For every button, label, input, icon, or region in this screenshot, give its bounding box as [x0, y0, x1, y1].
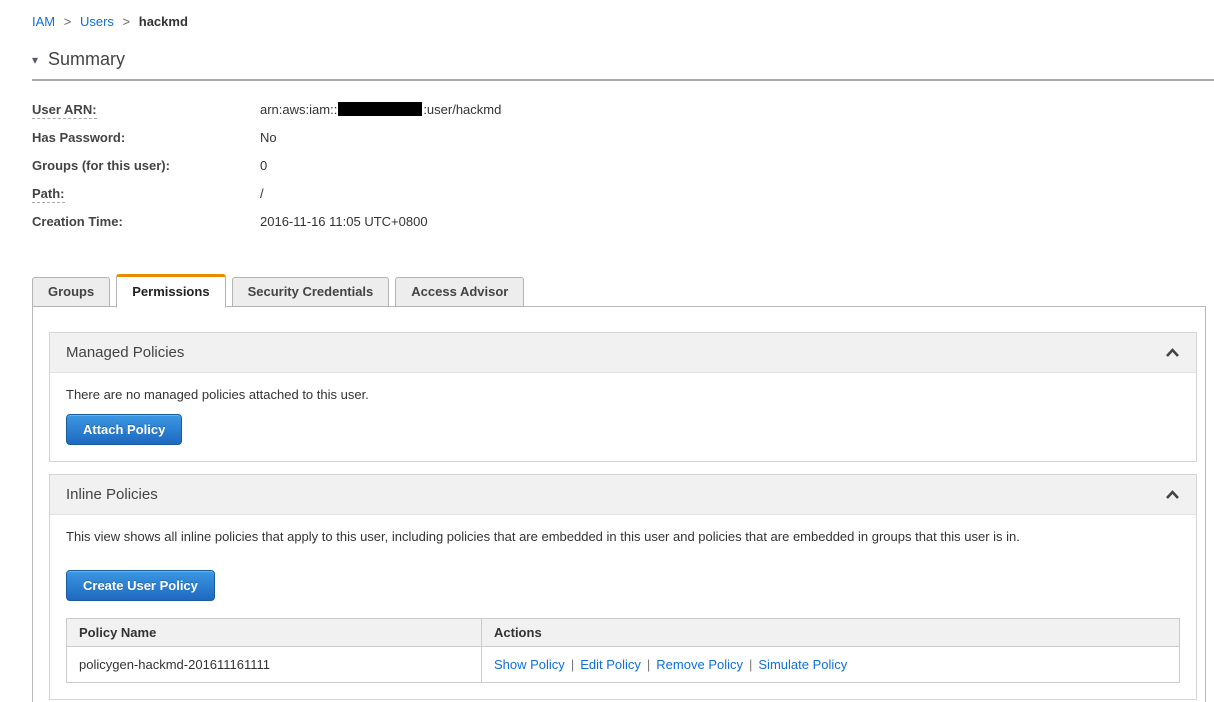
tab-permissions[interactable]: Permissions: [116, 274, 226, 308]
policy-name-column-header: Policy Name: [66, 618, 482, 647]
groups-value: 0: [260, 157, 268, 173]
user-detail-tabs: Groups Permissions Security Credentials …: [32, 274, 1214, 308]
collapse-triangle-icon[interactable]: ▾: [32, 53, 38, 67]
summary-section-heading: ▾ Summary: [32, 49, 1214, 70]
collapse-chevron-icon[interactable]: [1165, 347, 1180, 358]
summary-row-groups: Groups (for this user): 0: [32, 151, 1214, 179]
has-password-value: No: [260, 129, 277, 145]
breadcrumb-link-users[interactable]: Users: [80, 14, 114, 29]
action-separator: |: [749, 657, 753, 672]
breadcrumb-link-iam[interactable]: IAM: [32, 14, 55, 29]
inline-policies-section: Inline Policies This view shows all inli…: [49, 474, 1197, 700]
path-label: Path:: [32, 185, 65, 203]
creation-time-value: 2016-11-16 11:05 UTC+0800: [260, 213, 428, 229]
summary-row-user-arn: User ARN: arn:aws:iam:::user/hackmd: [32, 95, 1214, 123]
permissions-tab-panel: Managed Policies There are no managed po…: [32, 306, 1206, 702]
policy-actions-cell: Show Policy | Edit Policy | Remove Policy | Si…: [481, 646, 1180, 683]
breadcrumb-current-user: hackmd: [138, 14, 188, 29]
attach-policy-button[interactable]: Attach Policy: [66, 414, 183, 445]
managed-policies-empty-text: There are no managed policies attached t…: [66, 387, 369, 402]
inline-policies-description: This view shows all inline policies that…: [66, 529, 1020, 544]
create-user-policy-button[interactable]: Create User Policy: [66, 570, 215, 601]
policy-name-cell: policygen-hackmd-201611161111: [66, 646, 482, 683]
inline-policies-title: Inline Policies: [66, 486, 158, 503]
managed-policies-title: Managed Policies: [66, 344, 185, 361]
table-row: policygen-hackmd-201611161111 Show Polic…: [66, 646, 1180, 683]
remove-policy-link[interactable]: Remove Policy: [656, 657, 743, 672]
simulate-policy-link[interactable]: Simulate Policy: [758, 657, 847, 672]
user-arn-label: User ARN:: [32, 101, 97, 119]
managed-policies-header: Managed Policies: [50, 333, 1196, 373]
managed-policies-body: There are no managed policies attached t…: [50, 373, 1196, 461]
tab-security-credentials[interactable]: Security Credentials: [231, 277, 390, 307]
action-separator: |: [646, 657, 651, 672]
path-value: /: [260, 185, 264, 201]
creation-time-label: Creation Time:: [32, 213, 123, 229]
actions-column-header: Actions: [481, 618, 1180, 647]
summary-row-has-password: Has Password: No: [32, 123, 1214, 151]
table-header-row: Policy Name Actions: [66, 618, 1180, 647]
summary-divider: [32, 79, 1214, 81]
collapse-chevron-icon[interactable]: [1165, 489, 1180, 500]
show-policy-link[interactable]: Show Policy: [494, 657, 565, 672]
managed-policies-section: Managed Policies There are no managed po…: [49, 332, 1197, 462]
breadcrumb-separator: >: [122, 14, 131, 29]
edit-policy-link[interactable]: Edit Policy: [580, 657, 641, 672]
user-arn-value: arn:aws:iam:::user/hackmd: [260, 101, 502, 117]
inline-policies-header: Inline Policies: [50, 475, 1196, 515]
summary-fields: User ARN: arn:aws:iam:::user/hackmd Has …: [32, 95, 1214, 235]
breadcrumb-separator: >: [63, 14, 72, 29]
tab-groups[interactable]: Groups: [32, 277, 111, 307]
breadcrumb: IAM > Users > hackmd: [32, 14, 1214, 29]
summary-title: Summary: [48, 49, 126, 69]
summary-row-creation-time: Creation Time: 2016-11-16 11:05 UTC+0800: [32, 207, 1214, 235]
groups-label: Groups (for this user):: [32, 157, 170, 173]
inline-policies-body: This view shows all inline policies that…: [50, 515, 1196, 699]
tab-access-advisor[interactable]: Access Advisor: [395, 277, 525, 307]
redacted-account-id: [338, 102, 423, 116]
has-password-label: Has Password:: [32, 129, 126, 145]
inline-policies-table: Policy Name Actions policygen-hackmd-201…: [66, 618, 1180, 683]
summary-row-path: Path: /: [32, 179, 1214, 207]
action-separator: |: [570, 657, 575, 672]
